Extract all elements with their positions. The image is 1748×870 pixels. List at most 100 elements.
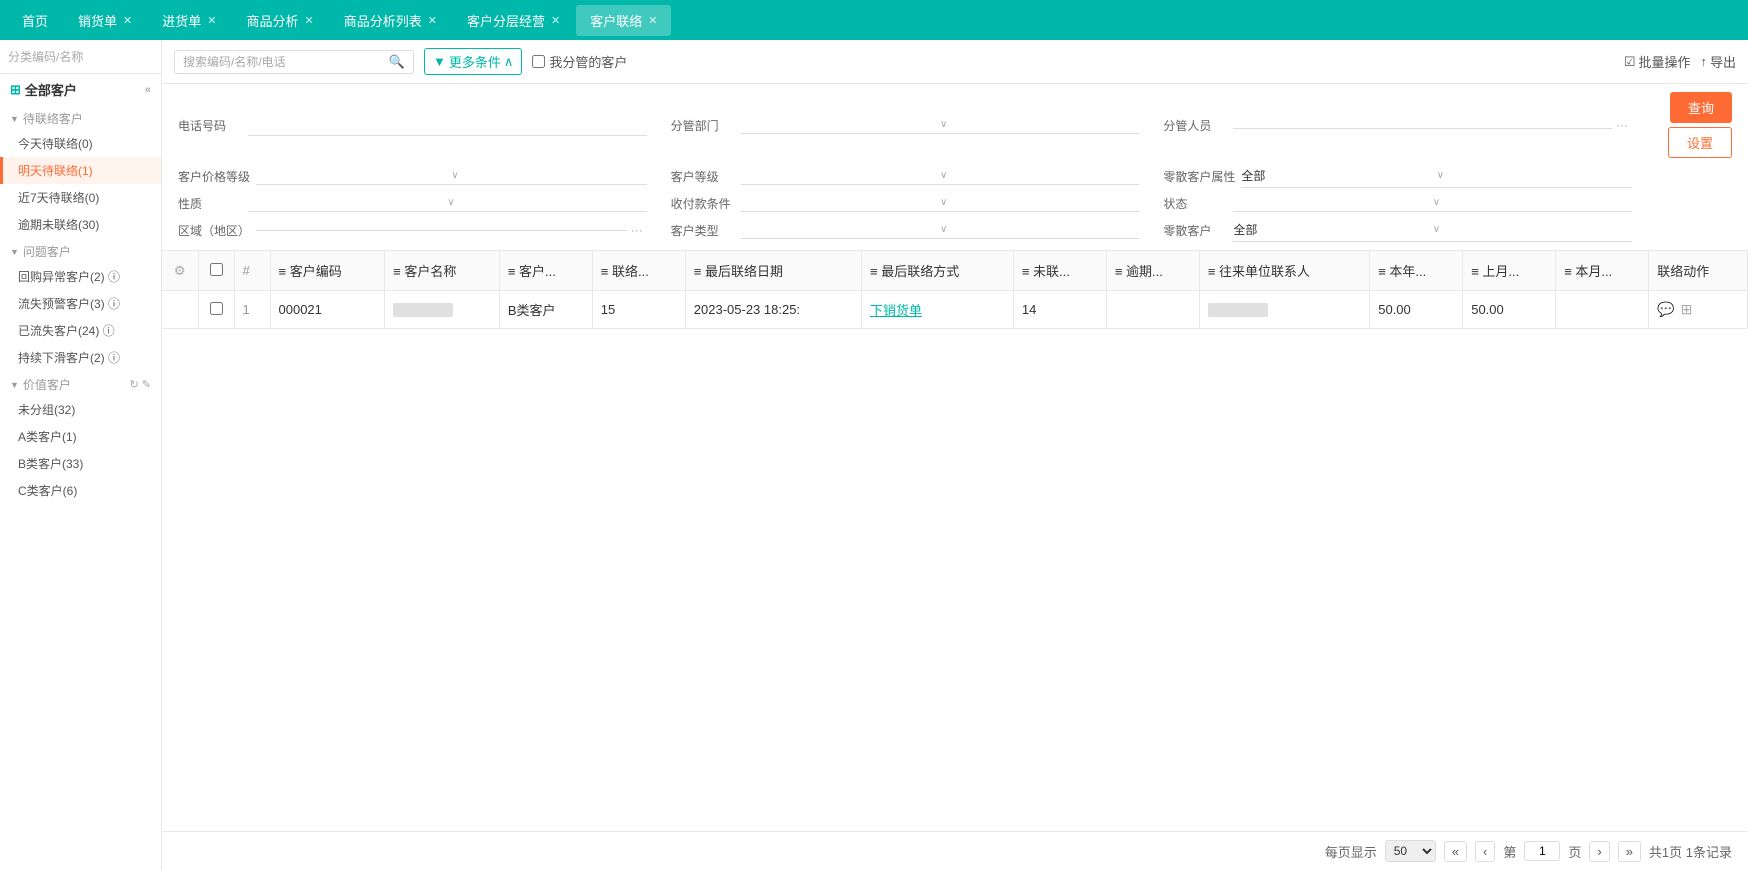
filter-row-4: 区域（地区） ··· 客户类型 ∨ 零散客户 全部 xyxy=(178,218,1732,242)
col-overdue-header[interactable]: ≡ 逾期... xyxy=(1106,251,1199,291)
col-nocontact-header[interactable]: ≡ 未联... xyxy=(1013,251,1106,291)
chevron-down-icon-8: ∨ xyxy=(940,224,1139,235)
sidebar-item-abnormal-repurchase[interactable]: 回购异常客户(2) ⓘ xyxy=(0,263,161,290)
last-method-link[interactable]: 下销货单 xyxy=(870,303,922,318)
col-lastmethod-header[interactable]: ≡ 最后联络方式 xyxy=(862,251,1014,291)
query-button[interactable]: 查询 xyxy=(1670,92,1732,123)
close-sales-order-icon[interactable]: ✕ xyxy=(123,14,132,27)
row-checkbox[interactable] xyxy=(210,302,223,315)
sidebar-collapse-icon[interactable]: « xyxy=(145,84,151,96)
export-icon: ↑ xyxy=(1700,54,1707,69)
filter-row-3: 性质 ∨ 收付款条件 ∨ 状态 xyxy=(178,194,1732,212)
filter-manager-dots[interactable]: ··· xyxy=(1612,118,1632,132)
filter-retail-select[interactable]: 全部 ∨ xyxy=(1233,218,1632,242)
select-all-checkbox[interactable] xyxy=(210,263,223,276)
sidebar-item-ungrouped[interactable]: 未分组(32) xyxy=(0,396,161,423)
filter-row-1: 电话号码 分管部门 ∨ 分管人员 ··· xyxy=(178,92,1732,158)
col-contactperson-header[interactable]: ≡ 往来单位联系人 xyxy=(1199,251,1369,291)
pagination-bar: 每页显示 50 100 200 « ‹ 第 页 › » 共1页 1条记录 xyxy=(162,831,1748,870)
col-checkbox-header xyxy=(198,251,234,291)
col-thisyear-header[interactable]: ≡ 本年... xyxy=(1370,251,1463,291)
col-thismonth-header[interactable]: ≡ 本月... xyxy=(1556,251,1649,291)
nav-home[interactable]: 首页 xyxy=(8,5,62,36)
chevron-down-icon-7: ∨ xyxy=(1433,197,1632,208)
gear-icon[interactable]: ⚙ xyxy=(174,263,186,278)
action-message-icon[interactable]: 💬 xyxy=(1657,301,1674,318)
td-lastmethod: 下销货单 xyxy=(862,291,1014,329)
filter-retail: 零散客户 全部 ∨ xyxy=(1163,218,1632,242)
sidebar-item-tomorrow-pending[interactable]: 明天待联络(1) xyxy=(0,157,161,184)
more-conditions-btn[interactable]: ▼ 更多条件 ∧ xyxy=(424,48,522,75)
td-contactperson xyxy=(1199,291,1369,329)
data-table-container: ⚙ # ≡ 客户编码 ≡ 客户名称 xyxy=(162,251,1748,831)
filter-customer-type-select[interactable]: ∨ xyxy=(741,221,1140,239)
filter-region-dots[interactable]: ··· xyxy=(627,223,647,237)
sidebar-item-class-a[interactable]: A类客户(1) xyxy=(0,423,161,450)
filter-status: 状态 ∨ xyxy=(1163,194,1632,212)
nav-purchase-order[interactable]: 进货单 ✕ xyxy=(148,5,230,36)
page-size-select[interactable]: 50 100 200 xyxy=(1385,840,1436,862)
nav-product-analysis[interactable]: 商品分析 ✕ xyxy=(232,5,327,36)
my-customers-checkbox[interactable] xyxy=(532,55,545,68)
sidebar: 🔍 ⊞ 全部客户 « 待联络客户 今天待联络(0) 明天待联络(1) 近7天待联… xyxy=(0,40,162,870)
filter-payment-terms-select[interactable]: ∨ xyxy=(741,194,1140,212)
col-type-header[interactable]: ≡ 客户... xyxy=(499,251,592,291)
sidebar-all-customers[interactable]: ⊞ 全部客户 « xyxy=(0,74,161,105)
first-page-btn[interactable]: « xyxy=(1444,841,1467,862)
filter-dept-select[interactable]: ∨ xyxy=(741,116,1140,134)
sidebar-search-input[interactable] xyxy=(8,50,162,64)
export-btn[interactable]: ↑ 导出 xyxy=(1700,52,1736,71)
sidebar-item-today-pending[interactable]: 今天待联络(0) xyxy=(0,130,161,157)
col-contact-header[interactable]: ≡ 联络... xyxy=(592,251,685,291)
col-lastdate-header[interactable]: ≡ 最后联络日期 xyxy=(685,251,861,291)
action-grid-icon[interactable]: ⊞ xyxy=(1681,301,1693,318)
nav-customer-contact[interactable]: 客户联络 ✕ xyxy=(576,5,671,36)
sidebar-group-pending[interactable]: 待联络客户 xyxy=(0,105,161,130)
td-type: B类客户 xyxy=(499,291,592,329)
chevron-down-icon-9: ∨ xyxy=(1433,224,1632,235)
close-product-analysis-list-icon[interactable]: ✕ xyxy=(428,14,437,27)
sidebar-item-week-pending[interactable]: 近7天待联络(0) xyxy=(0,184,161,211)
sidebar-search-area: 🔍 xyxy=(0,40,161,74)
sidebar-item-class-b[interactable]: B类客户(33) xyxy=(0,450,161,477)
chevron-down-icon-6: ∨ xyxy=(940,197,1139,208)
sidebar-item-overdue-pending[interactable]: 逾期未联络(30) xyxy=(0,211,161,238)
filter-price-grade-select[interactable]: ∨ xyxy=(256,167,647,185)
sidebar-group-value[interactable]: 价值客户 ↻ ✎ xyxy=(0,371,161,396)
sidebar-item-class-c[interactable]: C类客户(6) xyxy=(0,477,161,504)
table-row: 1 000021 B类客户 15 2023-05-23 18:25: 下销货单 … xyxy=(162,291,1748,329)
filter-status-select[interactable]: ∨ xyxy=(1233,194,1632,212)
close-customer-stratification-icon[interactable]: ✕ xyxy=(551,14,560,27)
sidebar-item-churned[interactable]: 已流失客户(24) ⓘ xyxy=(0,317,161,344)
col-name-header[interactable]: ≡ 客户名称 xyxy=(385,251,500,291)
nav-sales-order[interactable]: 销货单 ✕ xyxy=(64,5,146,36)
filter-dept: 分管部门 ∨ xyxy=(671,116,1140,134)
col-code-header[interactable]: ≡ 客户编码 xyxy=(270,251,385,291)
close-purchase-order-icon[interactable]: ✕ xyxy=(207,14,216,27)
close-product-analysis-icon[interactable]: ✕ xyxy=(305,14,314,27)
sidebar-item-churn-warning[interactable]: 流失预警客户(3) ⓘ xyxy=(0,290,161,317)
page-number-input[interactable] xyxy=(1524,841,1560,861)
search-input[interactable] xyxy=(183,55,389,69)
nav-product-analysis-list[interactable]: 商品分析列表 ✕ xyxy=(330,5,451,36)
filter-retail-attr-select[interactable]: 全部 ∨ xyxy=(1241,164,1632,188)
batch-op-icon: ☑ xyxy=(1624,54,1636,70)
filter-phone-input[interactable] xyxy=(248,115,647,136)
td-contact: 15 xyxy=(592,291,685,329)
col-lastmonth-header[interactable]: ≡ 上月... xyxy=(1463,251,1556,291)
prev-page-btn[interactable]: ‹ xyxy=(1475,841,1495,862)
sidebar-item-declining[interactable]: 持续下滑客户(2) ⓘ xyxy=(0,344,161,371)
filter-region: 区域（地区） ··· xyxy=(178,222,647,239)
sidebar-group-problem[interactable]: 问题客户 xyxy=(0,238,161,263)
next-page-btn[interactable]: › xyxy=(1589,841,1609,862)
main-content: 🔍 ▼ 更多条件 ∧ 我分管的客户 ☑ 批量操作 ↑ 导出 xyxy=(162,40,1748,870)
filter-nature-select[interactable]: ∨ xyxy=(248,194,647,212)
batch-op-btn[interactable]: ☑ 批量操作 xyxy=(1624,52,1691,71)
col-gear-header: ⚙ xyxy=(162,251,198,291)
set-button[interactable]: 设置 xyxy=(1668,127,1732,158)
filter-customer-grade-select[interactable]: ∨ xyxy=(741,167,1140,185)
nav-customer-stratification[interactable]: 客户分层经营 ✕ xyxy=(453,5,574,36)
last-page-btn[interactable]: » xyxy=(1618,841,1641,862)
close-customer-contact-icon[interactable]: ✕ xyxy=(648,14,657,27)
filter-payment-terms: 收付款条件 ∨ xyxy=(671,194,1140,212)
